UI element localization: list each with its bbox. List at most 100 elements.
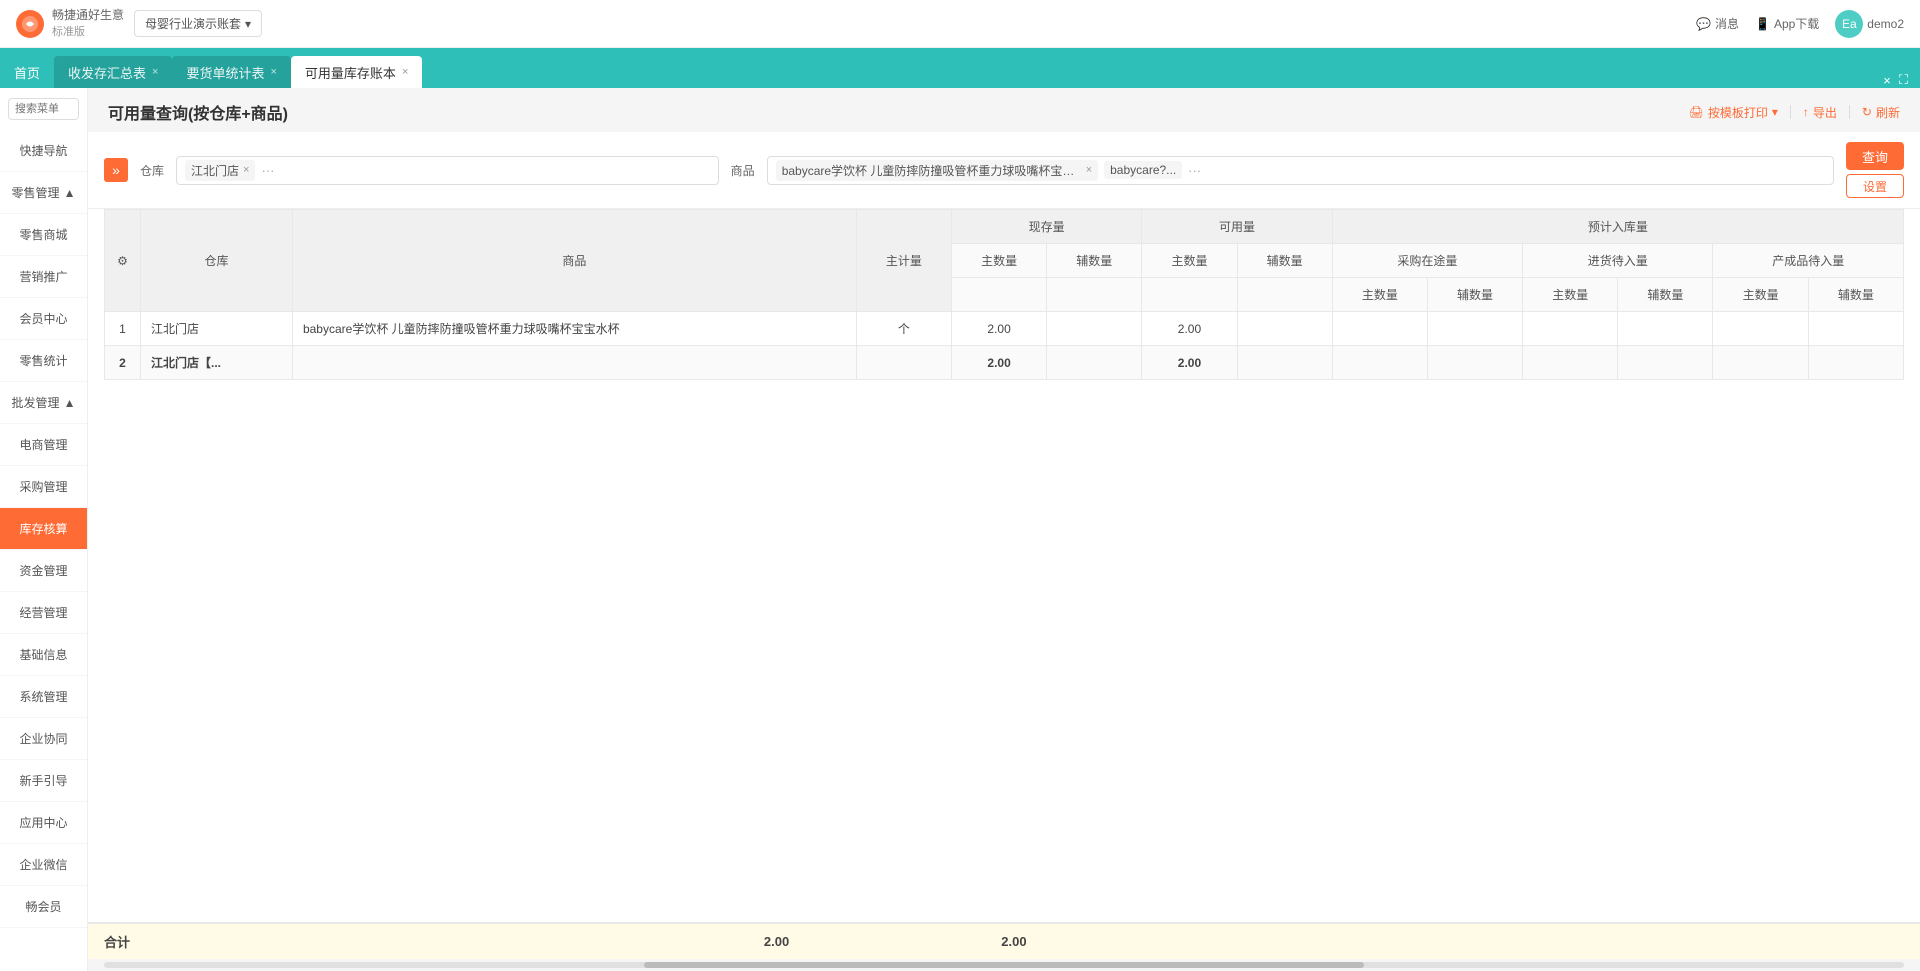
top-bar: 畅捷通好生意 标准版 母婴行业演示账套 ▾ 💬 消息 📱 App下载 Ea de… bbox=[0, 0, 1920, 48]
expand-arrow-icon: ▲ bbox=[64, 186, 76, 200]
data-table: ⚙ 仓库 商品 主计量 现存量 可用量 预计入库量 主数量 辅数量 主数量 辅数… bbox=[104, 209, 1904, 380]
product-tag-label: babycare学饮杯 儿童防摔防撞吸管杯重力球吸嘴杯宝宝水杯 bbox=[782, 162, 1082, 179]
receivable-tab-label: 收发存汇总表 bbox=[68, 63, 146, 82]
new-guide-label: 新手引导 bbox=[19, 772, 67, 789]
row1-pa bbox=[1427, 312, 1522, 346]
main-layout: 快捷导航 零售管理 ▲ 零售商城 营销推广 会员中心 零售统计 批发管理 ▲ 电… bbox=[0, 88, 1920, 971]
sidebar-item-zero-stats[interactable]: 零售统计 bbox=[0, 340, 87, 382]
sidebar-item-app-center[interactable]: 应用中心 bbox=[0, 802, 87, 844]
print-button[interactable]: 🖨 按模板打印 ▾ bbox=[1689, 104, 1778, 121]
download-icon: 📱 bbox=[1755, 17, 1770, 31]
finance-label: 资金管理 bbox=[19, 562, 67, 579]
sidebar-item-enterprise[interactable]: 企业协同 bbox=[0, 718, 87, 760]
row1-pm bbox=[1332, 312, 1427, 346]
sidebar-item-purchase[interactable]: 采购管理 bbox=[0, 466, 87, 508]
product-filter-label: 商品 bbox=[731, 162, 755, 179]
table-container: ⚙ 仓库 商品 主计量 现存量 可用量 预计入库量 主数量 辅数量 主数量 辅数… bbox=[88, 209, 1920, 922]
expand-window-icon[interactable]: ⛶ bbox=[1899, 72, 1908, 88]
page-header-actions: 🖨 按模板打印 ▾ ↑ 导出 ↻ 刷新 bbox=[1689, 104, 1900, 121]
col-im-1: 主数量 bbox=[1523, 278, 1618, 312]
filter-expand-button[interactable]: » bbox=[104, 158, 128, 182]
row1-warehouse: 江北门店 bbox=[141, 312, 293, 346]
close-order-tab[interactable]: × bbox=[270, 66, 276, 78]
product-tags-input[interactable]: babycare学饮杯 儿童防摔防撞吸管杯重力球吸嘴杯宝宝水杯 × babyca… bbox=[767, 156, 1834, 185]
sidebar-item-zero-retail[interactable]: 零售管理 ▲ bbox=[0, 172, 87, 214]
sidebar-item-wholesale[interactable]: 批发管理 ▲ bbox=[0, 382, 87, 424]
scrollbar-thumb[interactable] bbox=[644, 962, 1364, 968]
sidebar-item-quick-nav[interactable]: 快捷导航 bbox=[0, 130, 87, 172]
sidebar-item-member2[interactable]: 畅会员 bbox=[0, 886, 87, 928]
refresh-button[interactable]: ↻ 刷新 bbox=[1862, 104, 1900, 121]
tab-home[interactable]: 首页 bbox=[0, 56, 54, 88]
product-tag2-label: babycare?... bbox=[1110, 163, 1176, 177]
row2-pm bbox=[1332, 346, 1427, 380]
tab-receivable[interactable]: 收发存汇总表 × bbox=[54, 56, 172, 88]
row1-stock-aux bbox=[1047, 312, 1142, 346]
remove-warehouse-tag-icon[interactable]: × bbox=[243, 164, 249, 176]
warehouse-tags-input[interactable]: 江北门店 × ··· bbox=[176, 156, 719, 185]
chevron-down-icon: ▾ bbox=[245, 17, 251, 31]
row1-ia bbox=[1618, 312, 1713, 346]
footer-label: 合计 bbox=[104, 932, 717, 951]
settings-icon[interactable]: ⚙ bbox=[117, 254, 128, 268]
tab-available[interactable]: 可用量库存账本 × bbox=[291, 56, 422, 88]
nav-tab-actions: × ⛶ bbox=[1871, 72, 1920, 88]
close-available-tab[interactable]: × bbox=[402, 66, 408, 78]
row1-stock-main: 2.00 bbox=[951, 312, 1046, 346]
user-menu[interactable]: Ea demo2 bbox=[1835, 10, 1904, 38]
sidebar-item-member[interactable]: 会员中心 bbox=[0, 298, 87, 340]
setting-button[interactable]: 设置 bbox=[1846, 174, 1904, 198]
row1-im bbox=[1523, 312, 1618, 346]
sidebar-item-new-guide[interactable]: 新手引导 bbox=[0, 760, 87, 802]
search-input[interactable] bbox=[8, 98, 79, 120]
top-bar-right: 💬 消息 📱 App下载 Ea demo2 bbox=[1696, 10, 1904, 38]
sidebar-item-inventory[interactable]: 库存核算 bbox=[0, 508, 87, 550]
sidebar-item-basic[interactable]: 基础信息 bbox=[0, 634, 87, 676]
query-button[interactable]: 查询 bbox=[1846, 142, 1904, 170]
row2-avail-main: 2.00 bbox=[1142, 346, 1237, 380]
export-button[interactable]: ↑ 导出 bbox=[1803, 104, 1837, 121]
col-warehouse: 仓库 bbox=[141, 210, 293, 312]
row2-stock-aux bbox=[1047, 346, 1142, 380]
app-center-label: 应用中心 bbox=[19, 814, 67, 831]
inventory-label: 库存核算 bbox=[19, 520, 67, 537]
message-button[interactable]: 💬 消息 bbox=[1696, 15, 1739, 32]
tab-order[interactable]: 要货单统计表 × bbox=[172, 56, 290, 88]
product-tag-2[interactable]: babycare?... bbox=[1104, 161, 1182, 179]
row1-unit: 个 bbox=[856, 312, 951, 346]
horizontal-scrollbar[interactable] bbox=[88, 959, 1920, 971]
system-label: 系统管理 bbox=[19, 688, 67, 705]
app-version: 标准版 bbox=[52, 23, 124, 39]
sidebar-item-finance[interactable]: 资金管理 bbox=[0, 550, 87, 592]
footer-stock-main: 2.00 bbox=[717, 934, 836, 949]
header-divider bbox=[1790, 105, 1791, 119]
row1-index: 1 bbox=[105, 312, 141, 346]
username-label: demo2 bbox=[1867, 17, 1904, 31]
sidebar-item-operations[interactable]: 经营管理 bbox=[0, 592, 87, 634]
sidebar-item-enterprise-wx[interactable]: 企业微信 bbox=[0, 844, 87, 886]
close-receivable-tab[interactable]: × bbox=[152, 66, 158, 78]
marketing-label: 营销推广 bbox=[19, 268, 67, 285]
scrollbar-track bbox=[104, 962, 1904, 968]
col-am-1 bbox=[1142, 278, 1237, 312]
warehouse-tag-1[interactable]: 江北门店 × bbox=[185, 160, 255, 181]
table-row: 1 江北门店 babycare学饮杯 儿童防摔防撞吸管杯重力球吸嘴杯宝宝水杯 个… bbox=[105, 312, 1904, 346]
col-pm-1: 主数量 bbox=[1332, 278, 1427, 312]
sidebar-item-ecommerce[interactable]: 电商管理 bbox=[0, 424, 87, 466]
sidebar: 快捷导航 零售管理 ▲ 零售商城 营销推广 会员中心 零售统计 批发管理 ▲ 电… bbox=[0, 88, 88, 971]
col-avail-main: 主数量 bbox=[1142, 244, 1237, 278]
zero-stats-label: 零售统计 bbox=[19, 352, 67, 369]
sidebar-item-marketing[interactable]: 营销推广 bbox=[0, 256, 87, 298]
enterprise-label: 企业协同 bbox=[19, 730, 67, 747]
sidebar-item-zero-mall[interactable]: 零售商城 bbox=[0, 214, 87, 256]
app-download-button[interactable]: 📱 App下载 bbox=[1755, 15, 1819, 32]
sidebar-item-system[interactable]: 系统管理 bbox=[0, 676, 87, 718]
close-all-tabs-icon[interactable]: × bbox=[1883, 73, 1891, 88]
col-stock-main: 主数量 bbox=[951, 244, 1046, 278]
industry-selector[interactable]: 母婴行业演示账套 ▾ bbox=[134, 10, 262, 37]
app-logo-icon bbox=[16, 10, 44, 38]
remove-product-tag-icon[interactable]: × bbox=[1086, 164, 1092, 176]
product-tag-1[interactable]: babycare学饮杯 儿童防摔防撞吸管杯重力球吸嘴杯宝宝水杯 × bbox=[776, 160, 1098, 181]
filter-bar: » 仓库 江北门店 × ··· 商品 babycare学饮杯 儿童防摔防撞吸管杯… bbox=[88, 132, 1920, 209]
member-label: 会员中心 bbox=[19, 310, 67, 327]
